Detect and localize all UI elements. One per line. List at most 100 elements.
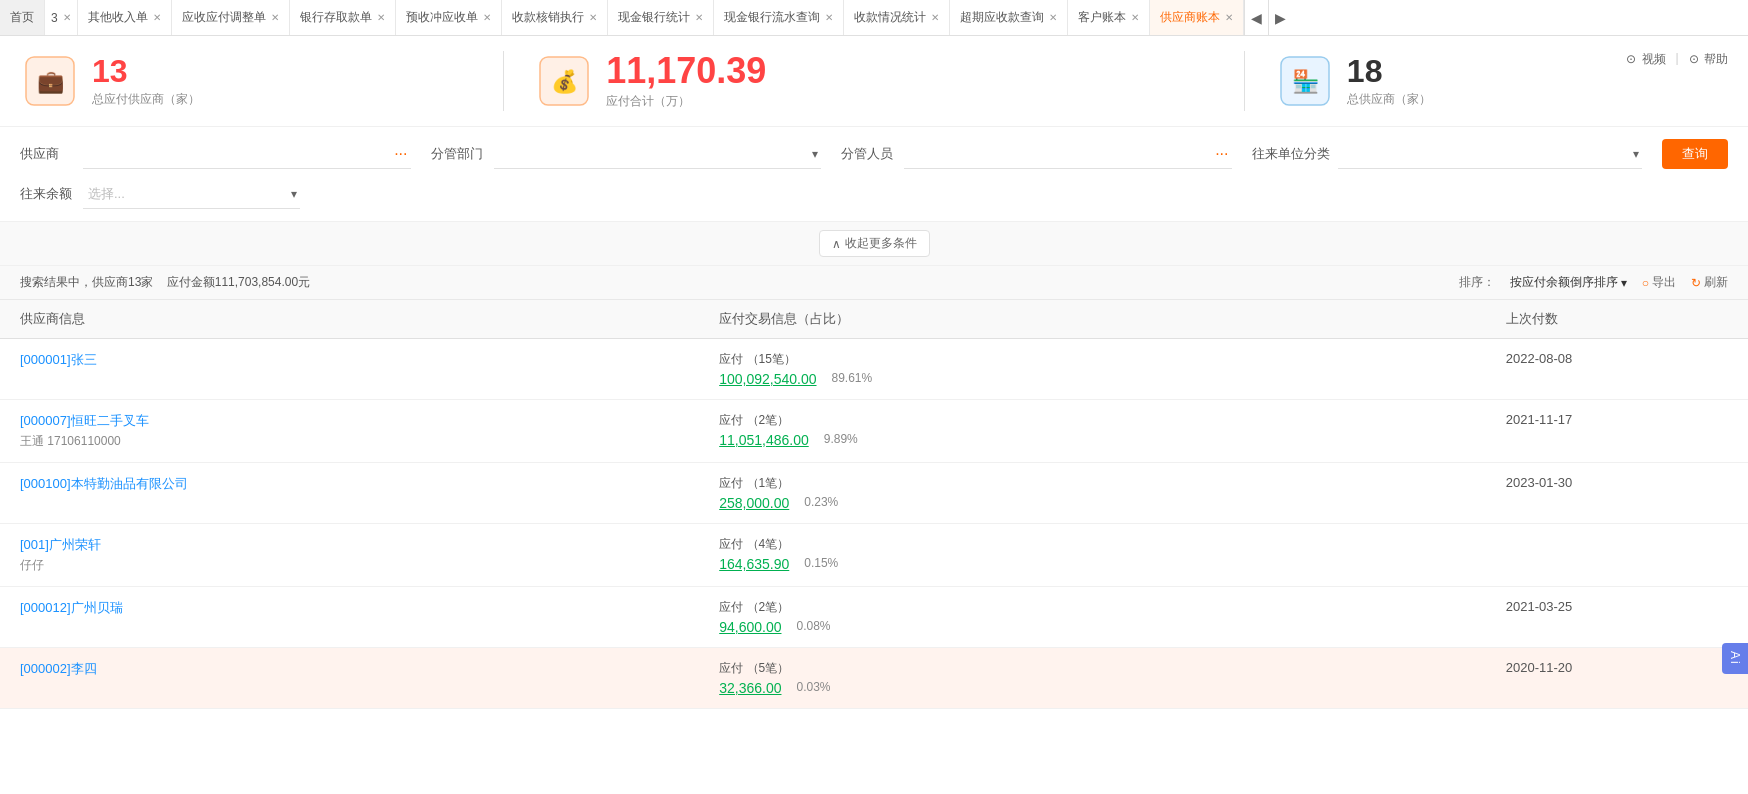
person-filter-input[interactable] (904, 146, 1212, 161)
collapse-button[interactable]: ∧ 收起更多条件 (819, 230, 930, 257)
payable-suppliers-number: 13 (92, 55, 200, 87)
transaction-info-cell: 应付 （5笔）32,366.000.03% (699, 648, 1486, 709)
transaction-amount[interactable]: 164,635.90 (719, 556, 789, 572)
ai-assistant-button[interactable]: Ai (1722, 643, 1748, 674)
table-row: [000002]李四应付 （5笔）32,366.000.03%2020-11-2… (0, 648, 1748, 709)
pay-type: 应付 (719, 661, 743, 675)
nav-tab-3-close[interactable]: ✕ (63, 12, 71, 23)
pay-count: （2笔） (747, 413, 790, 427)
transaction-amount[interactable]: 11,051,486.00 (719, 432, 809, 448)
help-link[interactable]: ⊙ 帮助 (1689, 51, 1728, 68)
svg-text:💼: 💼 (37, 68, 65, 95)
nav-prev-arrow[interactable]: ◀ (1244, 0, 1268, 35)
person-filter-dots[interactable]: ··· (1212, 145, 1231, 163)
nav-adjustment-close[interactable]: ✕ (271, 12, 279, 23)
payable-suppliers-icon: 💼 (20, 51, 80, 111)
sort-value: 按应付余额倒序排序 (1510, 274, 1618, 291)
table-container: 供应商信息 应付交易信息（占比） 上次付数 [000001]张三应付 （15笔）… (0, 300, 1748, 709)
last-pay-date: 2023-01-30 (1506, 475, 1573, 490)
nav-prepay-close[interactable]: ✕ (483, 12, 491, 23)
supplier-link[interactable]: [001]广州荣轩 (20, 537, 101, 552)
supplier-info-cell: [000002]李四 (0, 648, 699, 709)
top-navigation: 首页 3 ✕ 其他收入单 ✕ 应收应付调整单 ✕ 银行存取款单 ✕ 预收冲应收单… (0, 0, 1748, 36)
supplier-filter-input[interactable] (83, 139, 391, 169)
transaction-percent: 0.03% (796, 680, 830, 694)
nav-customer-ledger[interactable]: 客户账本 ✕ (1068, 0, 1150, 35)
query-button[interactable]: 查询 (1662, 139, 1728, 169)
supplier-sub-info: 仔仔 (20, 557, 679, 574)
transaction-amount[interactable]: 100,092,540.00 (719, 371, 816, 387)
filter-department: 分管部门 ▾ (431, 139, 822, 169)
nav-cash-flow-close[interactable]: ✕ (825, 12, 833, 23)
nav-collection-close[interactable]: ✕ (589, 12, 597, 23)
nav-cash-stats-close[interactable]: ✕ (695, 12, 703, 23)
transaction-amount[interactable]: 32,366.00 (719, 680, 781, 696)
total-suppliers-icon: 🏪 (1275, 51, 1335, 111)
nav-overdue-close[interactable]: ✕ (1049, 12, 1057, 23)
last-pay-date: 2022-08-08 (1506, 351, 1573, 366)
nav-overdue[interactable]: 超期应收款查询 ✕ (950, 0, 1068, 35)
nav-cash-stats[interactable]: 现金银行统计 ✕ (608, 0, 714, 35)
person-filter-input-container: ··· (904, 139, 1232, 169)
supplier-link[interactable]: [000012]广州贝瑞 (20, 600, 123, 615)
nav-bank[interactable]: 银行存取款单 ✕ (290, 0, 396, 35)
transaction-amount[interactable]: 258,000.00 (719, 495, 789, 511)
payable-total-info: 11,170.39 应付合计（万） (606, 53, 766, 110)
nav-prepay[interactable]: 预收冲应收单 ✕ (396, 0, 502, 35)
result-bar: 搜索结果中，供应商13家 应付金额111,703,854.00元 排序： 按应付… (0, 266, 1748, 300)
nav-adjustment[interactable]: 应收应付调整单 ✕ (172, 0, 290, 35)
supplier-link[interactable]: [000100]本特勤油品有限公司 (20, 476, 188, 491)
nav-adjustment-label: 应收应付调整单 (182, 9, 266, 26)
nav-supplier-ledger-close[interactable]: ✕ (1225, 12, 1233, 23)
transaction-percent: 0.08% (796, 619, 830, 633)
nav-cash-flow-label: 现金银行流水查询 (724, 9, 820, 26)
transaction-amount-row: 258,000.000.23% (719, 492, 1466, 511)
filter-category: 往来单位分类 ▾ (1252, 139, 1643, 169)
supplier-link[interactable]: [000002]李四 (20, 661, 97, 676)
last-pay-date-cell: 2023-01-30 (1486, 463, 1748, 524)
transaction-amount[interactable]: 94,600.00 (719, 619, 781, 635)
refresh-button[interactable]: ↻ 刷新 (1691, 274, 1728, 291)
category-filter-select[interactable]: ▾ (1338, 139, 1643, 169)
nav-cash-flow[interactable]: 现金银行流水查询 ✕ (714, 0, 844, 35)
nav-customer-ledger-label: 客户账本 (1078, 9, 1126, 26)
last-pay-date-cell: 2021-11-17 (1486, 400, 1748, 463)
export-button[interactable]: ○ 导出 (1642, 274, 1676, 291)
supplier-link[interactable]: [000007]恒旺二手叉车 (20, 413, 149, 428)
nav-bank-close[interactable]: ✕ (377, 12, 385, 23)
nav-collection[interactable]: 收款核销执行 ✕ (502, 0, 608, 35)
nav-collection-stats-close[interactable]: ✕ (931, 12, 939, 23)
supplier-filter-input-container: ··· (83, 139, 411, 169)
refresh-icon: ↻ (1691, 276, 1701, 290)
video-link[interactable]: ⊙ 视频 (1626, 51, 1665, 68)
filter-section: 供应商 ··· 分管部门 ▾ 分管人员 ··· (0, 127, 1748, 222)
department-filter-select[interactable]: ▾ (494, 139, 822, 169)
nav-other-income[interactable]: 其他收入单 ✕ (78, 0, 172, 35)
nav-supplier-ledger[interactable]: 供应商账本 ✕ (1150, 0, 1244, 35)
transaction-percent: 0.15% (804, 556, 838, 570)
nav-home[interactable]: 首页 (0, 0, 45, 35)
nav-supplier-ledger-label: 供应商账本 (1160, 9, 1220, 26)
transaction-info-cell: 应付 （15笔）100,092,540.0089.61% (699, 339, 1486, 400)
transaction-percent: 9.89% (824, 432, 858, 446)
nav-tab-3[interactable]: 3 ✕ (45, 0, 78, 35)
stat-divider-1 (503, 51, 504, 111)
payable-total-number: 11,170.39 (606, 53, 766, 89)
collapse-row: ∧ 收起更多条件 (0, 222, 1748, 266)
balance-filter-select[interactable]: 选择... ▾ (83, 179, 300, 209)
category-chevron-down-icon: ▾ (1630, 147, 1642, 161)
sort-select[interactable]: 按应付余额倒序排序 ▾ (1510, 274, 1627, 291)
supplier-info-cell: [000100]本特勤油品有限公司 (0, 463, 699, 524)
nav-customer-ledger-close[interactable]: ✕ (1131, 12, 1139, 23)
transaction-label: 应付 （2笔） (719, 599, 1466, 616)
nav-other-income-close[interactable]: ✕ (153, 12, 161, 23)
nav-collection-stats[interactable]: 收款情况统计 ✕ (844, 0, 950, 35)
supplier-filter-dots[interactable]: ··· (391, 145, 410, 163)
nav-prepay-label: 预收冲应收单 (406, 9, 478, 26)
nav-next-arrow[interactable]: ▶ (1268, 0, 1292, 35)
nav-tab-3-label: 3 (51, 11, 58, 25)
department-chevron-down-icon: ▾ (809, 147, 821, 161)
balance-filter-placeholder: 选择... (83, 185, 288, 203)
pay-type: 应付 (719, 352, 743, 366)
supplier-link[interactable]: [000001]张三 (20, 352, 97, 367)
